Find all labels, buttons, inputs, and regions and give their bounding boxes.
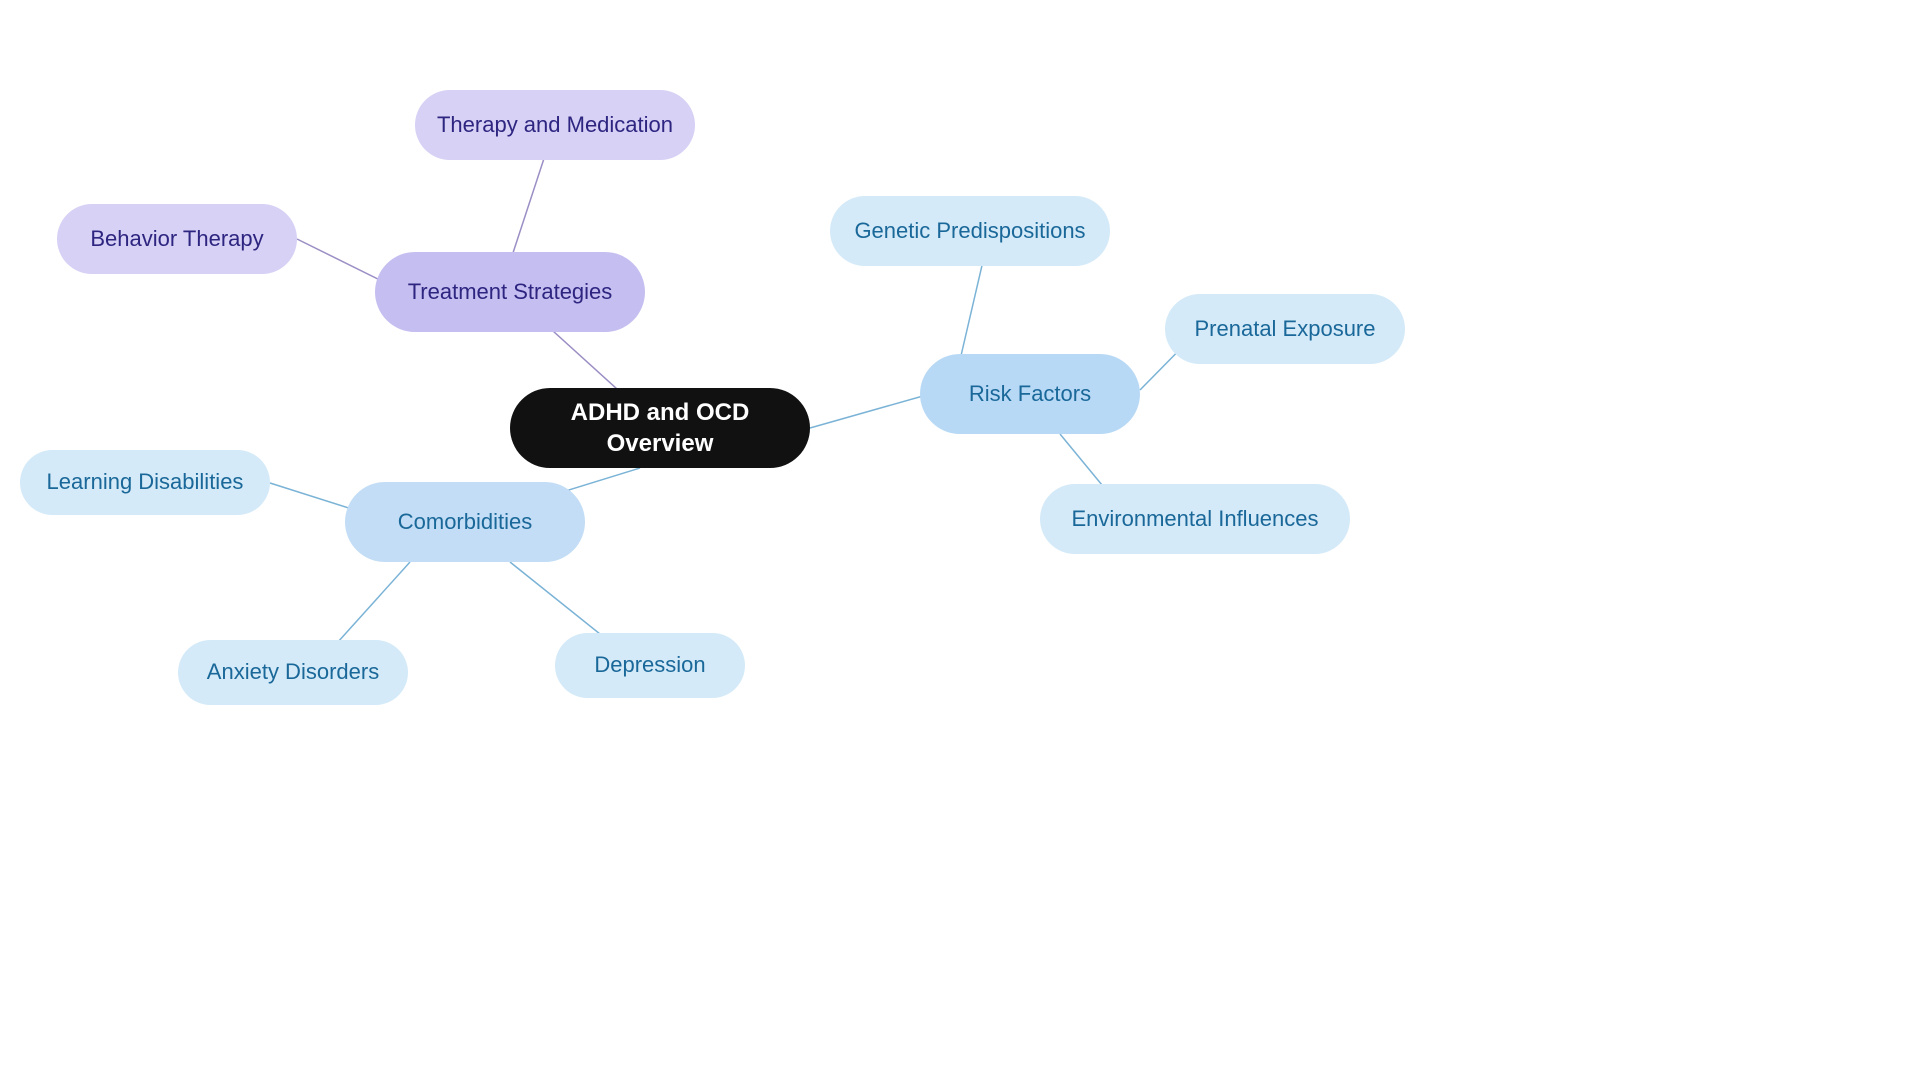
comorbidities-node-label: Comorbidities (388, 508, 543, 537)
environmental-node[interactable]: Environmental Influences (1040, 484, 1350, 554)
center-node-label: ADHD and OCD Overview (510, 397, 810, 459)
prenatal-node-label: Prenatal Exposure (1185, 315, 1386, 344)
risk-node-label: Risk Factors (959, 380, 1101, 409)
environmental-node-label: Environmental Influences (1061, 505, 1328, 534)
learning-node[interactable]: Learning Disabilities (20, 450, 270, 515)
connections-svg (0, 0, 1920, 1083)
center-node[interactable]: ADHD and OCD Overview (510, 388, 810, 468)
anxiety-node-label: Anxiety Disorders (197, 658, 389, 687)
comorbidities-node[interactable]: Comorbidities (345, 482, 585, 562)
learning-node-label: Learning Disabilities (37, 468, 254, 497)
therapy-med-node-label: Therapy and Medication (427, 111, 683, 140)
depression-node-label: Depression (584, 651, 715, 680)
behavior-node[interactable]: Behavior Therapy (57, 204, 297, 274)
behavior-node-label: Behavior Therapy (80, 225, 273, 254)
prenatal-node[interactable]: Prenatal Exposure (1165, 294, 1405, 364)
treatment-node[interactable]: Treatment Strategies (375, 252, 645, 332)
anxiety-node[interactable]: Anxiety Disorders (178, 640, 408, 705)
risk-node[interactable]: Risk Factors (920, 354, 1140, 434)
therapy-med-node[interactable]: Therapy and Medication (415, 90, 695, 160)
genetic-node[interactable]: Genetic Predispositions (830, 196, 1110, 266)
depression-node[interactable]: Depression (555, 633, 745, 698)
genetic-node-label: Genetic Predispositions (844, 217, 1095, 246)
treatment-node-label: Treatment Strategies (398, 278, 623, 307)
